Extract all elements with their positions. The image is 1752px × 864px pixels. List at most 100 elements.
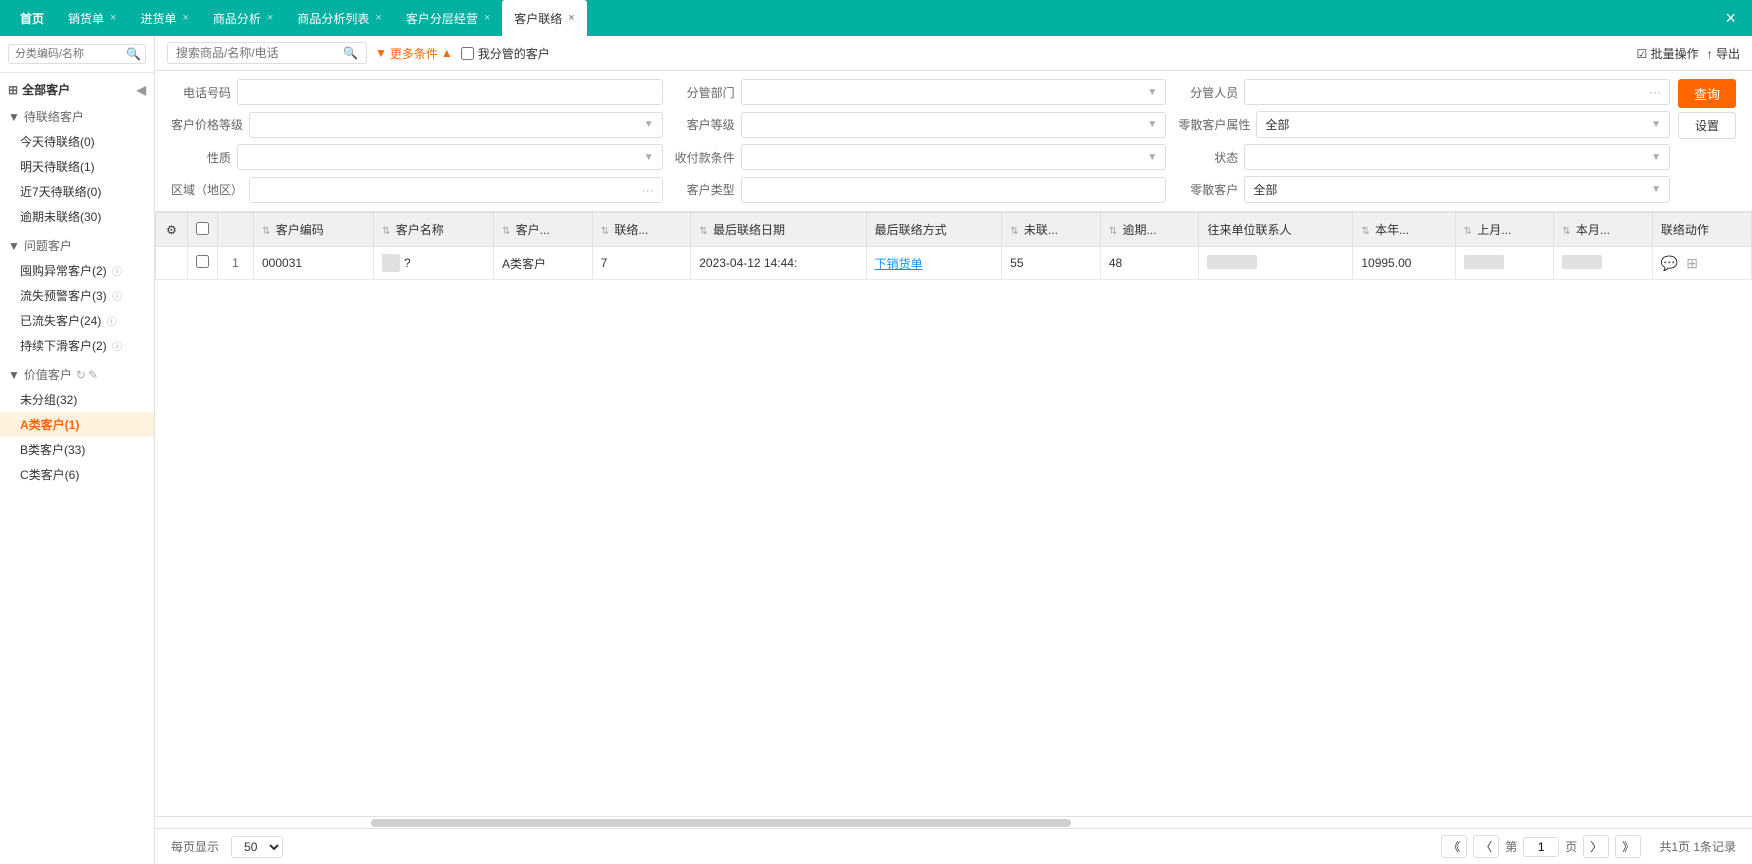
filter-row-3: 性质 ▼ 收付款条件 ▼ — [171, 144, 1670, 170]
close-customer-contact-tab[interactable]: × — [568, 12, 574, 24]
filter-retail-attr-select[interactable]: 全部 ▼ — [1256, 111, 1670, 138]
sidebar-item-7days-contact[interactable]: 近7天待联络(0) — [0, 179, 154, 204]
col-name-header[interactable]: ⇅ 客户名称 — [373, 213, 493, 247]
app-close-button[interactable]: × — [1717, 8, 1744, 28]
filter-retail-customer-label: 零散客户 — [1178, 181, 1238, 198]
qrcode-action-icon[interactable]: ⊞ — [1686, 255, 1698, 272]
search-input-wrap[interactable]: 🔍 — [167, 42, 367, 64]
sort-icon10: ⇅ — [1562, 226, 1570, 237]
col-last-contact-date-header[interactable]: ⇅ 最后联络日期 — [691, 213, 866, 247]
sidebar-item-today-contact[interactable]: 今天待联络(0) — [0, 129, 154, 154]
nav-tab-goods-analysis-list[interactable]: 商品分析列表 × — [285, 0, 393, 36]
section-problem-customers-title[interactable]: ▼ 问题客户 — [0, 233, 154, 258]
filter-payment-select[interactable]: ▼ — [741, 144, 1167, 170]
sidebar-item-class-b[interactable]: B类客户(33) — [0, 437, 154, 462]
col-num-header — [218, 213, 254, 247]
sidebar-item-tomorrow-contact[interactable]: 明天待联络(1) — [0, 154, 154, 179]
sidebar-item-class-a[interactable]: A类客户(1) — [0, 412, 154, 437]
sidebar-item-ungrouped[interactable]: 未分组(32) — [0, 387, 154, 412]
page-last-button[interactable]: 》 — [1615, 835, 1641, 858]
search-input[interactable] — [176, 46, 339, 60]
col-code-header[interactable]: ⇅ 客户编码 — [254, 213, 374, 247]
filter-manager-select[interactable]: ··· — [1244, 79, 1670, 105]
nav-tab-home[interactable]: 首页 — [8, 0, 56, 36]
sidebar-item-churn-warning[interactable]: 流失预警客户(3) ⓘ — [0, 283, 154, 308]
col-contact-header[interactable]: ⇅ 联络... — [592, 213, 691, 247]
col-this-year-header[interactable]: ⇅ 本年... — [1353, 213, 1455, 247]
filter-phone-label: 电话号码 — [171, 84, 231, 101]
page-size-label: 每页显示 — [171, 838, 219, 855]
row-gear-cell — [156, 247, 188, 280]
close-sales-tab[interactable]: × — [110, 12, 116, 24]
close-goods-analysis-tab[interactable]: × — [267, 12, 273, 24]
filter-dept-select[interactable]: ▼ — [741, 79, 1167, 105]
col-check-header[interactable] — [188, 213, 218, 247]
section-value-customers-title[interactable]: ▼ 价值客户 ↻ ✎ — [0, 362, 154, 387]
nav-tab-goods-analysis[interactable]: 商品分析 × — [201, 0, 285, 36]
page-number-input[interactable] — [1523, 837, 1559, 857]
this-month-placeholder — [1562, 255, 1602, 269]
row-this-month-cell — [1554, 247, 1653, 280]
my-customers-checkbox[interactable] — [461, 47, 474, 60]
edit-group-icon[interactable]: ✎ — [88, 368, 98, 382]
filter-nature-select[interactable]: ▼ — [237, 144, 663, 170]
last-contact-method-link[interactable]: 下销货单 — [875, 257, 923, 271]
export-button[interactable]: ↑ 导出 — [1707, 45, 1740, 62]
page-size-select[interactable]: 50 — [231, 836, 283, 858]
nav-tab-customer-contact[interactable]: 客户联络 × — [502, 0, 586, 36]
page-prev-button[interactable]: 〈 — [1473, 835, 1499, 858]
filter-retail-customer-select[interactable]: 全部 ▼ — [1244, 176, 1670, 203]
my-customers-checkbox-wrap[interactable]: 我分管的客户 — [461, 45, 550, 62]
total-records: 共1页 1条记录 — [1659, 838, 1736, 855]
horizontal-scrollbar[interactable] — [371, 819, 1071, 827]
col-gear-header[interactable]: ⚙ — [156, 213, 188, 247]
top-nav-close-area: × — [1717, 8, 1744, 29]
sidebar-item-class-c[interactable]: C类客户(6) — [0, 462, 154, 487]
col-type-header[interactable]: ⇅ 客户... — [493, 213, 592, 247]
nav-tab-sales[interactable]: 销货单 × — [56, 0, 128, 36]
page-label: 第 — [1505, 838, 1517, 855]
chat-action-icon[interactable]: 💬 — [1661, 255, 1678, 272]
filter-customer-level-select[interactable]: ▼ — [741, 112, 1167, 138]
nav-tab-customer-segment[interactable]: 客户分层经营 × — [394, 0, 502, 36]
sidebar-item-overdue-contact[interactable]: 逾期未联络(30) — [0, 204, 154, 229]
page-next-button[interactable]: 〉 — [1583, 835, 1609, 858]
section-pending-contact-title[interactable]: ▼ 待联络客户 — [0, 104, 154, 129]
close-purchase-tab[interactable]: × — [182, 12, 188, 24]
query-button[interactable]: 查询 — [1678, 79, 1736, 108]
col-this-month-header[interactable]: ⇅ 本月... — [1554, 213, 1653, 247]
col-last-contact-method-header[interactable]: 最后联络方式 — [866, 213, 1002, 247]
select-all-checkbox[interactable] — [196, 222, 209, 235]
sidebar-all-customers-header[interactable]: ⊞ 全部客户 ◀ — [0, 73, 154, 102]
row-check-cell[interactable] — [188, 247, 218, 280]
filter-price-level-select[interactable]: ▼ — [249, 112, 663, 138]
filter-price-level: 客户价格等级 ▼ — [171, 112, 663, 138]
filter-manager-dots: ··· — [1649, 85, 1661, 99]
content-area: 🔍 ▼ 更多条件 ▲ 我分管的客户 ☑ 批量操作 ↑ 导出 — [155, 36, 1752, 864]
sidebar-item-hoarding-anomaly[interactable]: 囤购异常客户(2) ⓘ — [0, 258, 154, 283]
settings-button[interactable]: 设置 — [1678, 112, 1736, 139]
close-customer-segment-tab[interactable]: × — [484, 12, 490, 24]
refresh-icon[interactable]: ↻ — [76, 368, 86, 382]
row-last-contact-method-cell: 下销货单 — [866, 247, 1002, 280]
col-last-month-header[interactable]: ⇅ 上月... — [1455, 213, 1554, 247]
section-arrow-icon3: ▼ — [8, 368, 20, 382]
close-goods-analysis-list-tab[interactable]: × — [375, 12, 381, 24]
more-conditions-button[interactable]: ▼ 更多条件 ▲ — [375, 45, 453, 62]
sidebar-item-churned[interactable]: 已流失客户(24) ⓘ — [0, 308, 154, 333]
col-no-contact-header[interactable]: ⇅ 未联... — [1002, 213, 1101, 247]
batch-op-button[interactable]: ☑ 批量操作 — [1637, 45, 1699, 62]
filter-status-select[interactable]: ▼ — [1244, 144, 1670, 170]
filter-region-select[interactable]: ··· — [249, 177, 663, 203]
filter-phone-input[interactable] — [237, 79, 663, 105]
sidebar-item-declining[interactable]: 持续下滑客户(2) ⓘ — [0, 333, 154, 358]
filter-region-label: 区域（地区） — [171, 181, 243, 198]
sidebar-collapse-icon[interactable]: ◀ — [137, 83, 146, 97]
row-checkbox[interactable] — [196, 255, 209, 268]
row-type-cell: A类客户 — [493, 247, 592, 280]
filter-customer-type-select[interactable] — [741, 177, 1167, 203]
col-overdue-header[interactable]: ⇅ 逾期... — [1100, 213, 1199, 247]
page-first-button[interactable]: 《 — [1441, 835, 1467, 858]
nav-tab-purchase[interactable]: 进货单 × — [128, 0, 200, 36]
col-company-contact-header[interactable]: 往来单位联系人 — [1199, 213, 1353, 247]
